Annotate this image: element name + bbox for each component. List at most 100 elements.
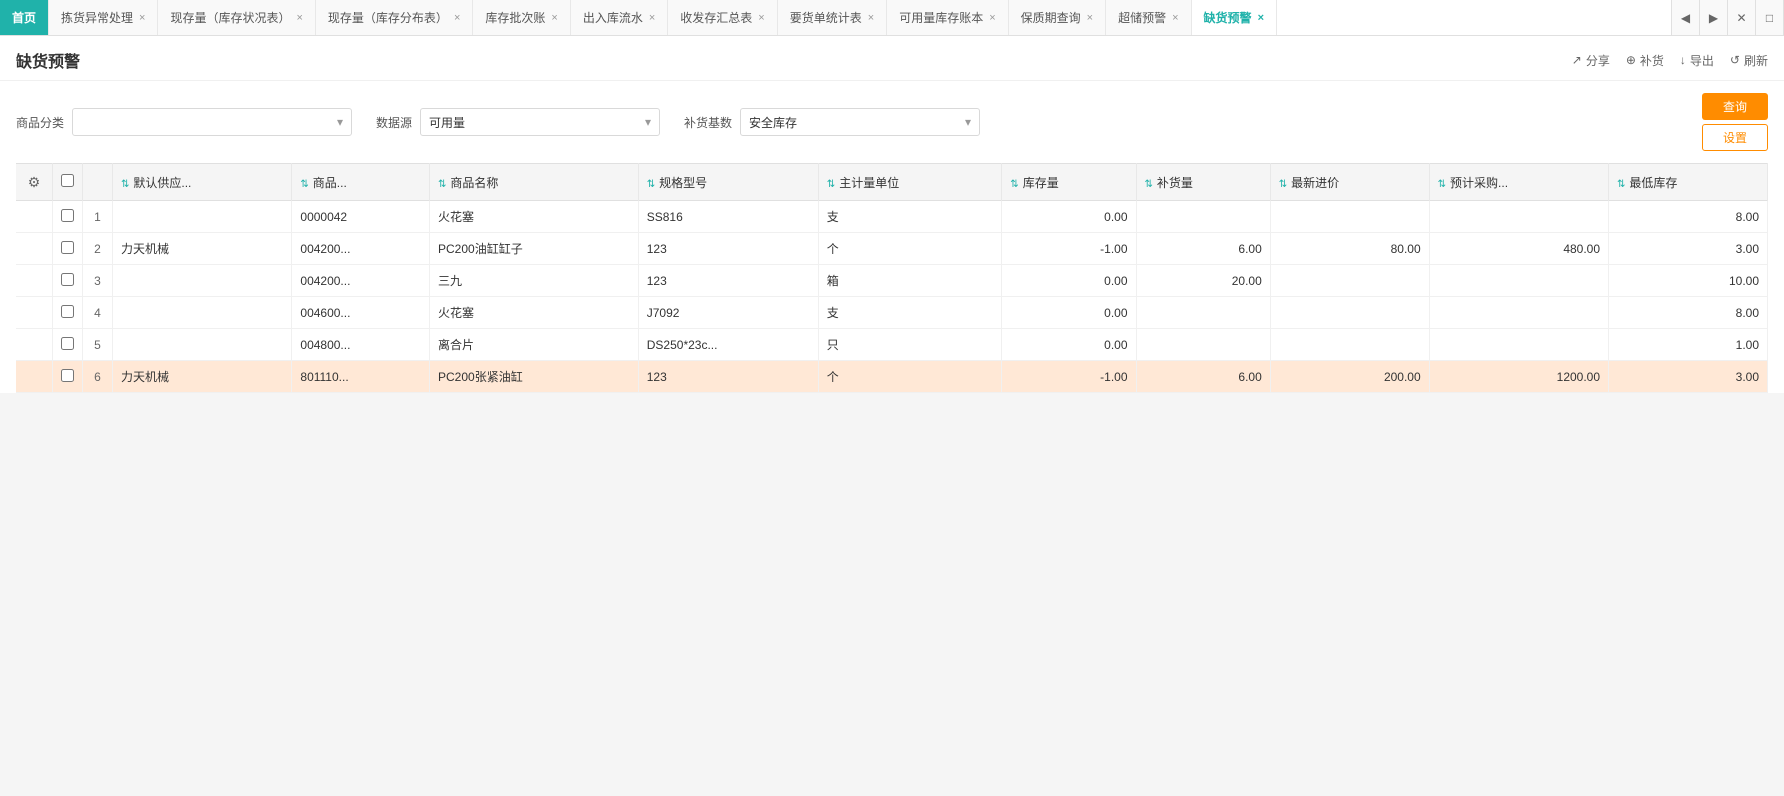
nav-arrow-left[interactable]: ◀ — [1672, 0, 1700, 36]
table-header-row: ⚙ ⇅默认供应... ⇅商品... ⇅商品名称 — [16, 164, 1768, 201]
th-min-stock[interactable]: ⇅最低库存 — [1609, 164, 1768, 201]
tab-出入库流水[interactable]: 出入库流水 × — [571, 0, 668, 35]
query-button[interactable]: 查询 — [1702, 93, 1768, 120]
row-checkbox[interactable] — [61, 209, 74, 222]
row-num: 1 — [83, 201, 113, 233]
tab-库存批次账[interactable]: 库存批次账× — [473, 0, 570, 35]
cell-name: 离合片 — [430, 329, 639, 361]
table-row: 3 004200... 三九 123 箱 0.00 20.00 10.00 — [16, 265, 1768, 297]
cell-code: 004600... — [292, 297, 430, 329]
cell-stock: 0.00 — [1002, 329, 1136, 361]
th-replenish-qty[interactable]: ⇅补货量 — [1136, 164, 1270, 201]
row-checkbox-cell — [53, 361, 83, 393]
cell-supplier: 力天机械 — [113, 233, 292, 265]
tab-close-icon[interactable]: × — [1172, 12, 1178, 24]
tab-现存量（库存分布表）[interactable]: 现存量（库存分布表）× — [316, 0, 473, 35]
cell-est-purchase: 480.00 — [1429, 233, 1608, 265]
tab-label: 现存量（库存状况表） — [170, 9, 290, 26]
datasource-chevron-icon — [645, 115, 651, 129]
th-default-supplier[interactable]: ⇅默认供应... — [113, 164, 292, 201]
tab-收发存汇总表[interactable]: 收发存汇总表× — [668, 0, 777, 35]
tab-拣货异常处理[interactable]: 拣货异常处理× — [49, 0, 158, 35]
row-checkbox[interactable] — [61, 305, 74, 318]
nav-close[interactable]: ✕ — [1728, 0, 1756, 36]
row-checkbox[interactable] — [61, 369, 74, 382]
replenish-select-value: 安全库存 — [749, 114, 797, 131]
category-select[interactable] — [72, 108, 352, 136]
tab-超储预警[interactable]: 超储预警× — [1106, 0, 1191, 35]
category-label: 商品分类 — [16, 114, 64, 131]
row-gear — [16, 265, 53, 297]
sort-est-icon: ⇅ — [1438, 179, 1446, 190]
tab-要货单统计表[interactable]: 要货单统计表× — [778, 0, 887, 35]
filter-bar: 商品分类 数据源 可用量 补货基数 安全库存 查询 设置 — [0, 81, 1784, 163]
sort-minstock-icon: ⇅ — [1617, 179, 1625, 190]
share-button[interactable]: ↗ 分享 — [1572, 52, 1610, 69]
tab-close-icon[interactable]: × — [139, 12, 145, 24]
tab-close-icon[interactable]: × — [1087, 12, 1093, 24]
cell-unit: 个 — [818, 233, 1002, 265]
tab-label: 可用量库存账本 — [899, 9, 983, 26]
tab-现存量（库存状况表）[interactable]: 现存量（库存状况表） × — [158, 0, 315, 35]
tab-close-icon[interactable]: × — [1258, 12, 1264, 24]
datasource-label: 数据源 — [376, 114, 412, 131]
refresh-button[interactable]: ↺ 刷新 — [1730, 52, 1768, 69]
page-header: 缺货预警 ↗ 分享 ⊕ 补货 ↓ 导出 ↺ 刷新 — [0, 36, 1784, 81]
cell-stock: 0.00 — [1002, 265, 1136, 297]
cell-est-purchase: 1200.00 — [1429, 361, 1608, 393]
tab-首页[interactable]: 首页 — [0, 0, 49, 35]
cell-latest-price — [1270, 201, 1429, 233]
tab-close-icon[interactable]: × — [296, 12, 302, 24]
th-est-purchase[interactable]: ⇅预计采购... — [1429, 164, 1608, 201]
datasource-select[interactable]: 可用量 — [420, 108, 660, 136]
th-latest-price[interactable]: ⇅最新进价 — [1270, 164, 1429, 201]
cell-supplier — [113, 297, 292, 329]
sort-name-icon: ⇅ — [438, 179, 446, 190]
th-spec[interactable]: ⇅规格型号 — [638, 164, 818, 201]
th-product-name[interactable]: ⇅商品名称 — [430, 164, 639, 201]
sort-price-icon: ⇅ — [1279, 179, 1287, 190]
cell-replenish-qty — [1136, 329, 1270, 361]
cell-code: 004200... — [292, 233, 430, 265]
header-actions: ↗ 分享 ⊕ 补货 ↓ 导出 ↺ 刷新 — [1572, 52, 1768, 69]
row-num: 4 — [83, 297, 113, 329]
tab-close-icon[interactable]: × — [758, 12, 764, 24]
cell-spec: 123 — [638, 361, 818, 393]
share-icon: ↗ — [1572, 53, 1582, 67]
tab-保质期查询[interactable]: 保质期查询× — [1009, 0, 1106, 35]
gear-settings-icon[interactable]: ⚙ — [24, 172, 44, 192]
th-product-code[interactable]: ⇅商品... — [292, 164, 430, 201]
tab-close-icon[interactable]: × — [868, 12, 874, 24]
tab-close-icon[interactable]: × — [989, 12, 995, 24]
export-button[interactable]: ↓ 导出 — [1680, 52, 1714, 69]
nav-arrow-right[interactable]: ▶ — [1700, 0, 1728, 36]
th-unit[interactable]: ⇅主计量单位 — [818, 164, 1002, 201]
row-checkbox[interactable] — [61, 337, 74, 350]
row-checkbox[interactable] — [61, 241, 74, 254]
cell-name: 火花塞 — [430, 297, 639, 329]
tab-可用量库存账本[interactable]: 可用量库存账本 × — [887, 0, 1008, 35]
table-container: ⚙ ⇅默认供应... ⇅商品... ⇅商品名称 — [0, 163, 1784, 393]
row-checkbox-cell — [53, 265, 83, 297]
cell-stock: 0.00 — [1002, 297, 1136, 329]
tab-close-icon[interactable]: × — [649, 12, 655, 24]
tab-缺货预警[interactable]: 缺货预警× — [1192, 0, 1277, 35]
replenish-button[interactable]: ⊕ 补货 — [1626, 52, 1664, 69]
table-row: 6 力天机械 801110... PC200张紧油缸 123 个 -1.00 6… — [16, 361, 1768, 393]
th-gear: ⚙ — [16, 164, 53, 201]
sort-unit-icon: ⇅ — [827, 179, 835, 190]
settings-button[interactable]: 设置 — [1702, 124, 1768, 151]
tab-label: 出入库流水 — [583, 9, 643, 26]
tab-bar: 首页拣货异常处理×现存量（库存状况表）×现存量（库存分布表）×库存批次账×出入库… — [0, 0, 1784, 36]
cell-unit: 只 — [818, 329, 1002, 361]
tab-close-icon[interactable]: × — [551, 12, 557, 24]
nav-maximize[interactable]: □ — [1756, 0, 1784, 36]
row-num: 2 — [83, 233, 113, 265]
select-all-checkbox[interactable] — [61, 174, 74, 187]
row-gear — [16, 297, 53, 329]
replenish-select[interactable]: 安全库存 — [740, 108, 980, 136]
cell-min-stock: 8.00 — [1609, 297, 1768, 329]
row-checkbox[interactable] — [61, 273, 74, 286]
th-stock[interactable]: ⇅库存量 — [1002, 164, 1136, 201]
tab-close-icon[interactable]: × — [454, 12, 460, 24]
